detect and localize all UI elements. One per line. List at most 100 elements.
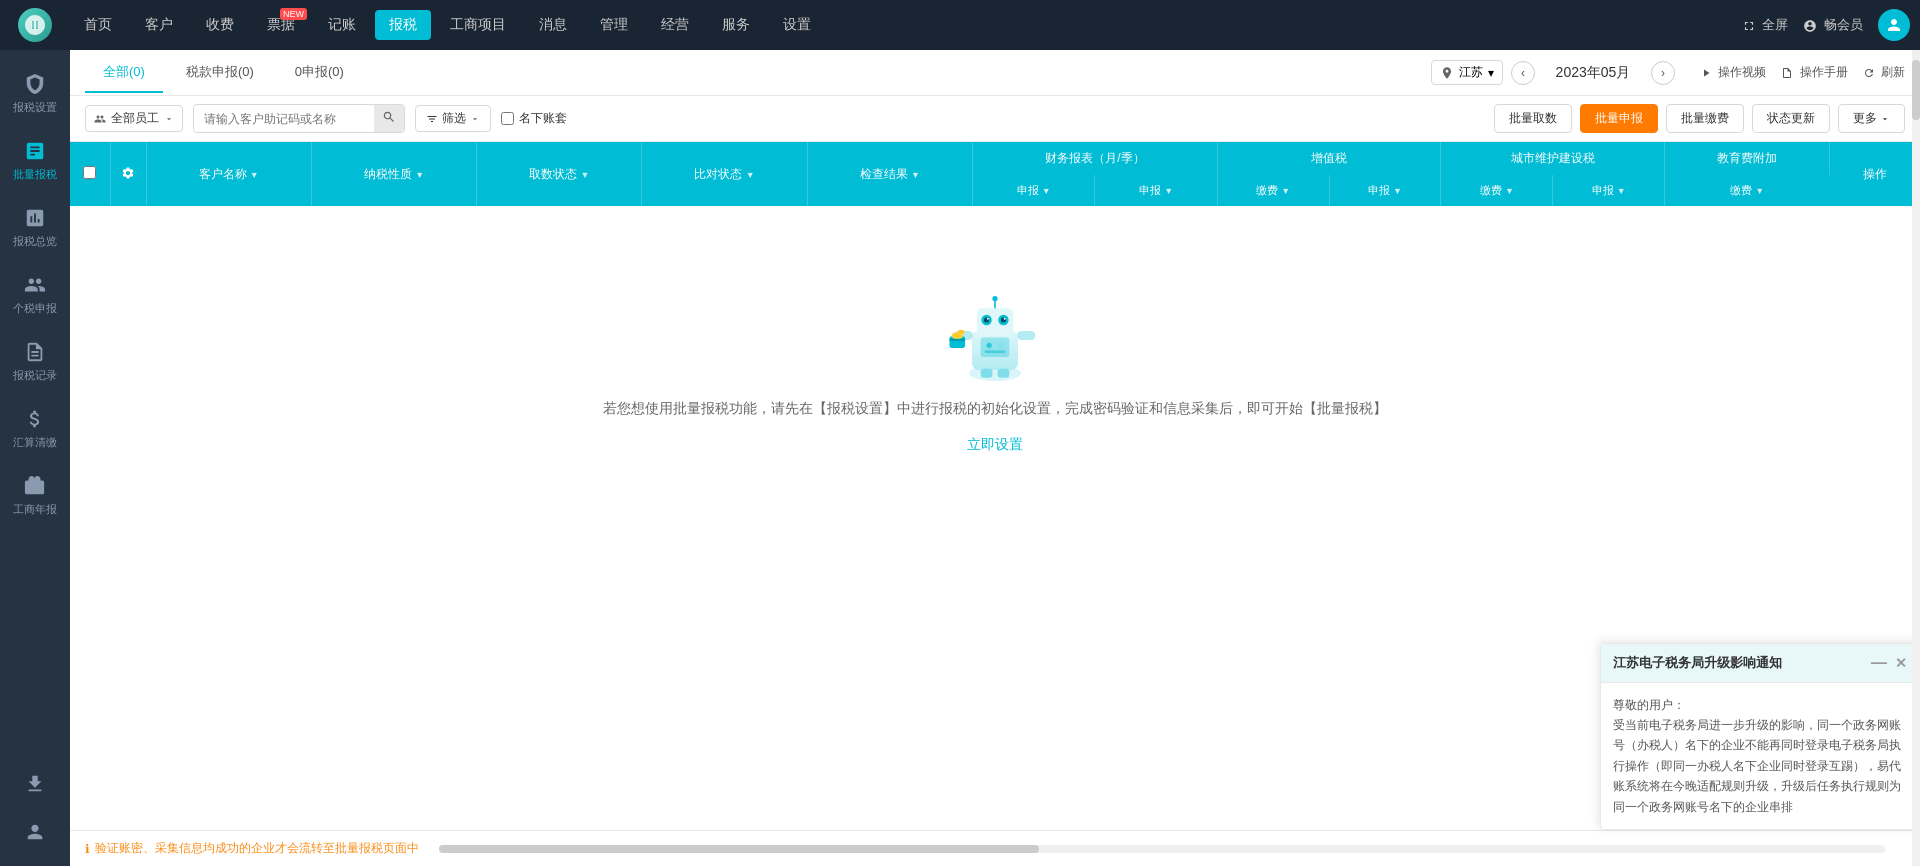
tax-settings-icon xyxy=(23,72,47,96)
sidebar-item-download[interactable] xyxy=(0,760,70,808)
verify-notice: 验证账密、采集信息均成功的企业才会流转至批量报税页面中 xyxy=(95,840,419,857)
sidebar-item-tax-overview[interactable]: 报税总览 xyxy=(0,194,70,261)
sidebar-item-tax-records[interactable]: 报税记录 xyxy=(0,328,70,395)
svg-point-15 xyxy=(998,343,1003,348)
sidebar-label-annual-report: 工商年报 xyxy=(13,502,57,517)
notification-body: 尊敬的用户： 受当前电子税务局进一步升级的影响，同一个政务网账号（办税人）名下的… xyxy=(1601,683,1919,829)
sidebar-label-tax-settings: 报税设置 xyxy=(13,100,57,115)
refresh-btn[interactable]: 刷新 xyxy=(1863,64,1905,81)
region-selector[interactable]: 江苏 ▾ xyxy=(1431,60,1503,85)
select-all-checkbox[interactable] xyxy=(83,166,96,179)
th-client-name: 客户名称 ▼ xyxy=(146,142,311,206)
tab-zero-declaration[interactable]: 0申报(0) xyxy=(277,53,362,93)
notif-close-btn[interactable]: ✕ xyxy=(1895,655,1907,671)
month-display: 2023年05月 xyxy=(1543,64,1643,82)
nav-fee[interactable]: 收费 xyxy=(192,10,248,40)
notification-content: 尊敬的用户： 受当前电子税务局进一步升级的影响，同一个政务网账号（办税人）名下的… xyxy=(1613,695,1907,817)
bottom-bar: ℹ 验证账密、采集信息均成功的企业才会流转至批量报税页面中 xyxy=(70,830,1920,866)
sidebar-item-user[interactable] xyxy=(0,808,70,856)
th-settings xyxy=(110,142,146,206)
operation-video-btn[interactable]: 操作视频 xyxy=(1700,64,1766,81)
account-checkbox-label[interactable]: 名下账套 xyxy=(501,110,567,127)
nav-customer[interactable]: 客户 xyxy=(131,10,187,40)
fullscreen-label: 全屏 xyxy=(1762,17,1788,32)
region-label: 江苏 xyxy=(1459,64,1483,81)
next-month-btn[interactable]: › xyxy=(1651,61,1675,85)
th-operation: 操作 xyxy=(1829,142,1920,206)
batch-declare-btn[interactable]: 批量申报 xyxy=(1580,104,1658,133)
search-input[interactable] xyxy=(194,107,374,131)
sidebar-item-personal-tax[interactable]: 个税申报 xyxy=(0,261,70,328)
logo[interactable] xyxy=(10,0,60,50)
th-fetch-status: 取数状态 ▼ xyxy=(477,142,642,206)
download-icon xyxy=(23,772,47,796)
fullscreen-btn[interactable]: 全屏 xyxy=(1742,16,1789,34)
nav-manage[interactable]: 管理 xyxy=(586,10,642,40)
th-tax-type: 纳税性质 ▼ xyxy=(311,142,476,206)
nav-accounting[interactable]: 记账 xyxy=(314,10,370,40)
employee-select[interactable]: 全部员工 xyxy=(85,105,183,132)
th-checkbox xyxy=(70,142,110,206)
annual-settlement-icon xyxy=(23,407,47,431)
svg-rect-20 xyxy=(950,339,966,341)
nav-settings[interactable]: 设置 xyxy=(769,10,825,40)
empty-text: 若您想使用批量报税功能，请先在【报税设置】中进行报税的初始化设置，完成密码验证和… xyxy=(603,396,1387,421)
filter-label: 筛选 xyxy=(442,110,466,127)
batch-tax-icon xyxy=(23,139,47,163)
svg-point-14 xyxy=(987,343,992,348)
sidebar-label-tax-records: 报税记录 xyxy=(13,368,57,383)
th-financial-report: 财务报表（月/季） xyxy=(972,142,1217,175)
logo-icon xyxy=(18,8,52,42)
refresh-label: 刷新 xyxy=(1881,65,1905,79)
more-btn[interactable]: 更多 xyxy=(1838,104,1905,133)
horizontal-scrollbar[interactable] xyxy=(439,845,1885,853)
tab-all[interactable]: 全部(0) xyxy=(85,53,163,93)
notification-panel: 江苏电子税务局升级影响通知 — ✕ 尊敬的用户： 受当前电子税务局进一步升级的影… xyxy=(1600,643,1920,830)
svg-rect-26 xyxy=(998,369,1010,378)
page-scrollbar[interactable] xyxy=(1912,50,1920,866)
operation-manual-label: 操作手册 xyxy=(1800,65,1848,79)
nav-tax[interactable]: 报税 xyxy=(375,10,431,40)
nav-invoice[interactable]: 票据 NEW xyxy=(253,10,309,40)
sidebar-item-annual-settlement[interactable]: 汇算清缴 xyxy=(0,395,70,462)
avatar[interactable] xyxy=(1878,9,1910,41)
sidebar-bottom xyxy=(0,760,70,866)
th-check-result: 检查结果 ▼ xyxy=(807,142,972,206)
scroll-thumb xyxy=(439,845,1039,853)
sidebar-item-annual-report[interactable]: 工商年报 xyxy=(0,462,70,529)
sidebar-item-batch-tax[interactable]: 批量报税 xyxy=(0,127,70,194)
member-label: 畅会员 xyxy=(1824,17,1863,32)
nav-operation[interactable]: 经营 xyxy=(647,10,703,40)
svg-point-12 xyxy=(992,296,997,301)
filter-button[interactable]: 筛选 xyxy=(415,105,491,132)
account-checkbox[interactable] xyxy=(501,112,514,125)
search-button[interactable] xyxy=(374,105,404,132)
nav-home[interactable]: 首页 xyxy=(70,10,126,40)
th-compare-status: 比对状态 ▼ xyxy=(642,142,807,206)
main-table: 客户名称 ▼ 纳税性质 ▼ 取数状态 ▼ 比对状态 ▼ 检查结果 ▼ xyxy=(70,142,1920,514)
search-box[interactable] xyxy=(193,104,405,133)
nav-service[interactable]: 服务 xyxy=(708,10,764,40)
personal-tax-icon xyxy=(23,273,47,297)
operation-manual-btn[interactable]: 操作手册 xyxy=(1781,64,1847,81)
sidebar-label-annual-settlement: 汇算清缴 xyxy=(13,435,57,450)
batch-fetch-btn[interactable]: 批量取数 xyxy=(1494,104,1572,133)
page-scroll-thumb xyxy=(1912,60,1920,120)
svg-point-0 xyxy=(31,21,39,29)
batch-pay-btn[interactable]: 批量缴费 xyxy=(1666,104,1744,133)
operation-video-label: 操作视频 xyxy=(1718,65,1766,79)
svg-point-10 xyxy=(1004,318,1006,320)
notif-minimize-btn[interactable]: — xyxy=(1871,654,1887,672)
setup-link[interactable]: 立即设置 xyxy=(967,436,1023,454)
nav-message[interactable]: 消息 xyxy=(525,10,581,40)
nav-business[interactable]: 工商项目 xyxy=(436,10,520,40)
th-sub-urban-pay: 缴费 ▼ xyxy=(1441,175,1553,206)
member-btn[interactable]: 畅会员 xyxy=(1803,16,1863,34)
th-sub-edu-declare: 申报 ▼ xyxy=(1553,175,1665,206)
status-update-btn[interactable]: 状态更新 xyxy=(1752,104,1830,133)
prev-month-btn[interactable]: ‹ xyxy=(1511,61,1535,85)
th-sub-financial-declare: 申报 ▼ xyxy=(972,175,1094,206)
user-icon xyxy=(23,820,47,844)
sidebar-item-tax-settings[interactable]: 报税设置 xyxy=(0,60,70,127)
tab-tax-declaration[interactable]: 税款申报(0) xyxy=(168,53,272,93)
